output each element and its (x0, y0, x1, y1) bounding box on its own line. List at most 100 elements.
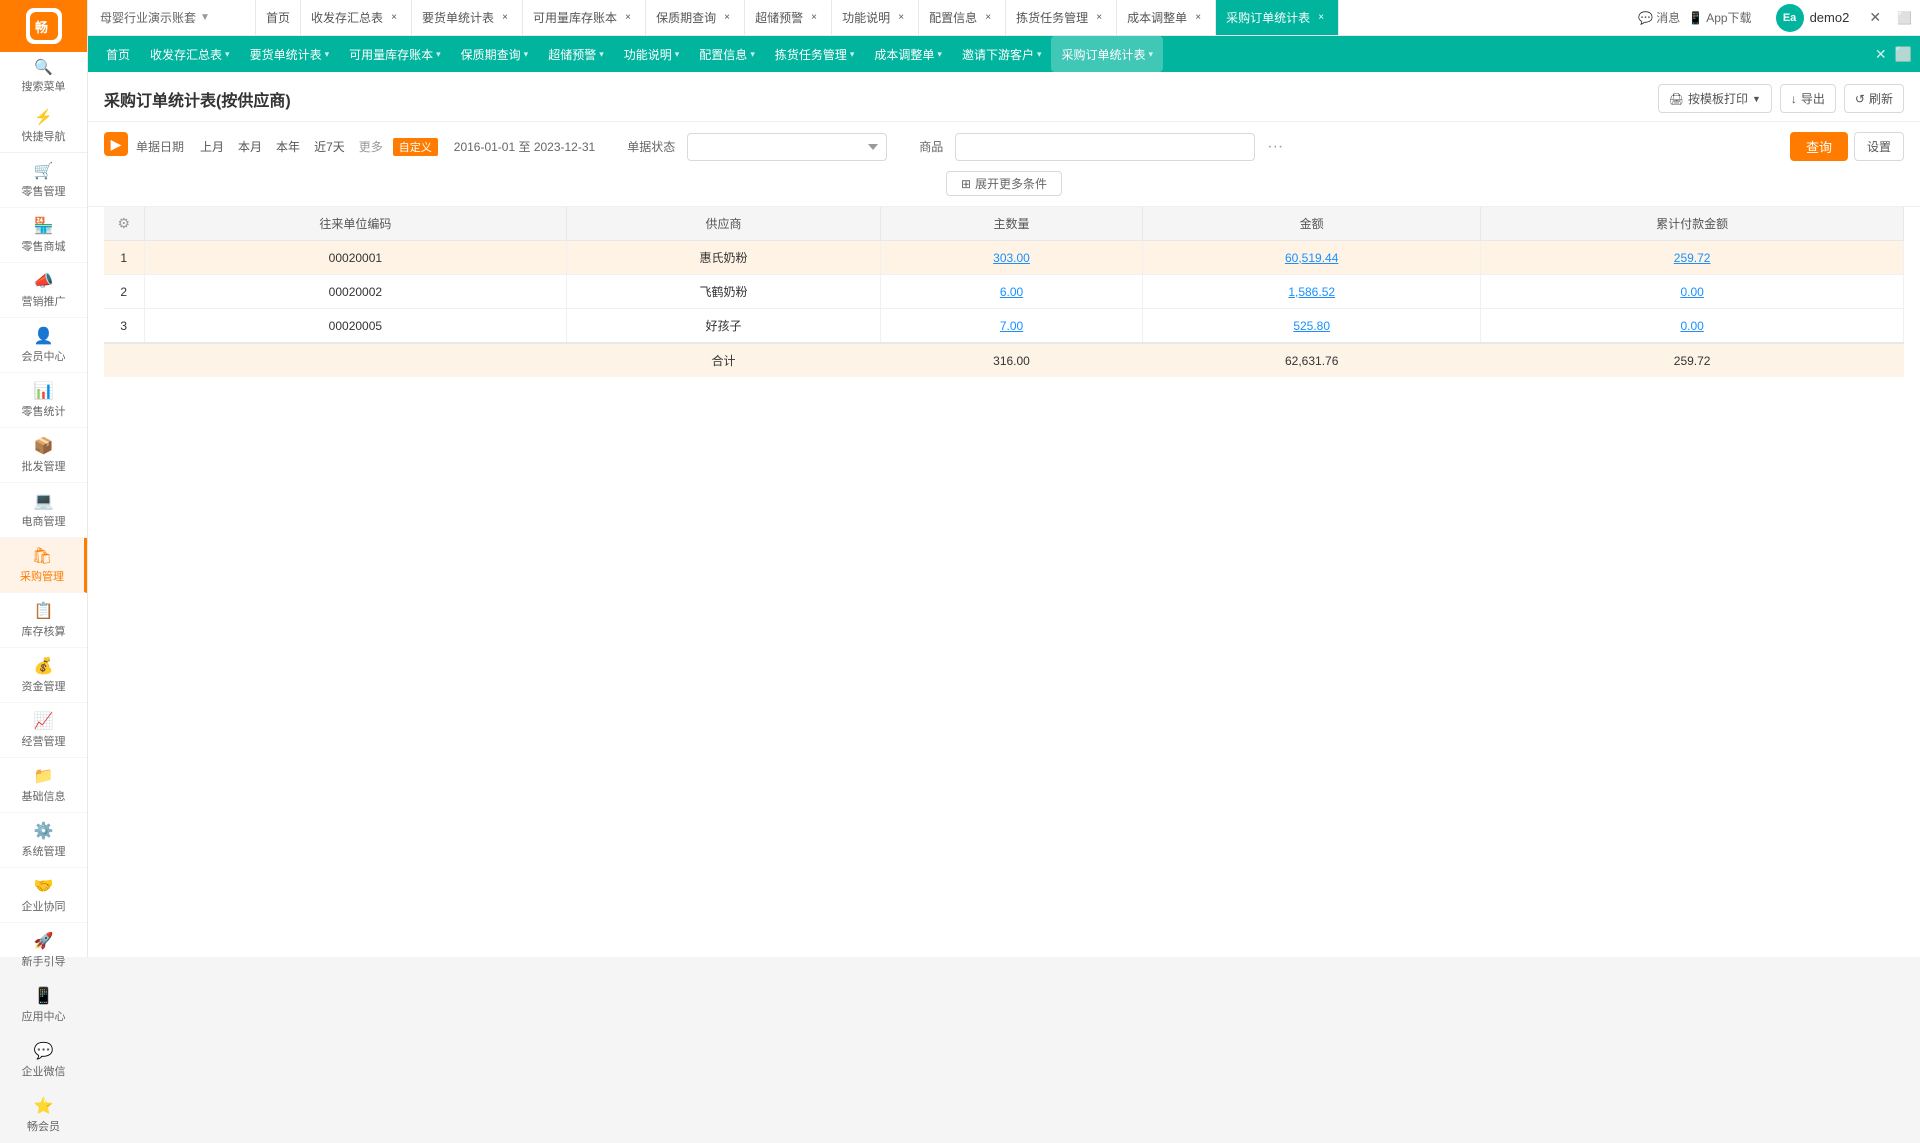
tab-function-desc-label: 功能说明 (842, 9, 890, 26)
tab-receive-send[interactable]: 收发存汇总表 × (301, 0, 412, 35)
sidebar-item-basic-info[interactable]: 📁 基础信息 (0, 758, 87, 813)
subnav-pick-task[interactable]: 拣货任务管理 ▾ (765, 36, 865, 72)
filter-toggle-button[interactable]: ▶ (104, 132, 128, 156)
sidebar-item-vip[interactable]: ⭐ 畅会员 (0, 1088, 87, 1143)
status-select[interactable]: 待审核 已审核 全部 (687, 133, 887, 161)
subnav-function-desc[interactable]: 功能说明 ▾ (614, 36, 690, 72)
row-paid[interactable]: 259.72 (1481, 241, 1904, 275)
subnav-invite-downstream[interactable]: 邀请下游客户 ▾ (952, 36, 1052, 72)
date-custom-tag[interactable]: 自定义 (393, 138, 438, 156)
tab-expiry-query[interactable]: 保质期查询 × (646, 0, 745, 35)
shortcut-last-month[interactable]: 上月 (196, 136, 228, 157)
row-amount[interactable]: 525.80 (1143, 309, 1481, 344)
quick-nav-label: 快捷导航 (22, 128, 66, 144)
sidebar-item-app-center[interactable]: 📱 应用中心 (0, 978, 87, 1033)
tab-overstock-warning[interactable]: 超储预警 × (745, 0, 832, 35)
search-menu-button[interactable]: 🔍 搜索菜单 (0, 52, 87, 100)
row-no: 2 (104, 275, 144, 309)
shortcut-this-month[interactable]: 本月 (234, 136, 266, 157)
sidebar-item-retail[interactable]: 🛒 零售管理 (0, 153, 87, 208)
export-button[interactable]: ↓ 导出 (1780, 84, 1836, 113)
template-print-button[interactable]: 🖨 按模板打印 ▼ (1658, 84, 1772, 113)
sidebar-item-retail-stats[interactable]: 📊 零售统计 (0, 373, 87, 428)
sidebar-item-finance[interactable]: 💰 资金管理 (0, 648, 87, 703)
vip-icon: ⭐ (34, 1096, 54, 1116)
subnav-config-info-label: 配置信息 (699, 46, 747, 63)
sidebar-item-purchase[interactable]: 🛍 采购管理 (0, 538, 87, 593)
settings-button[interactable]: 设置 (1854, 132, 1904, 161)
sidebar-item-wholesale[interactable]: 📦 批发管理 (0, 428, 87, 483)
sidebar-item-ecommerce[interactable]: 💻 电商管理 (0, 483, 87, 538)
subnav-available-inventory[interactable]: 可用量库存账本 ▾ (339, 36, 451, 72)
window-restore-button[interactable]: ⬜ (1889, 11, 1920, 25)
subnav-purchase-order-stats[interactable]: 采购订单统计表 ▾ (1051, 36, 1163, 72)
tab-available-inventory[interactable]: 可用量库存账本 × (523, 0, 646, 35)
shortcut-more[interactable]: 更多 (355, 136, 387, 157)
footer-label: 合计 (567, 343, 881, 377)
tab-config-info[interactable]: 配置信息 × (919, 0, 1006, 35)
workspace-dropdown-icon: ▼ (200, 12, 210, 23)
tab-order-stats[interactable]: 要货单统计表 × (412, 0, 523, 35)
subnav-restore-button[interactable]: ⬜ (1895, 46, 1912, 63)
goods-input[interactable] (955, 133, 1255, 161)
sidebar-item-inventory[interactable]: 📋 库存核算 (0, 593, 87, 648)
tab-order-stats-close[interactable]: × (498, 11, 512, 25)
expand-more-button[interactable]: ⊞ 展开更多条件 (946, 171, 1062, 196)
subnav-receive-send[interactable]: 收发存汇总表 ▾ (140, 36, 240, 72)
subnav-cost-adjust[interactable]: 成本调整单 ▾ (864, 36, 952, 72)
tab-overstock-warning-close[interactable]: × (807, 11, 821, 25)
subnav-order-stats[interactable]: 要货单统计表 ▾ (240, 36, 340, 72)
row-qty[interactable]: 7.00 (880, 309, 1142, 344)
workspace-selector[interactable]: 母婴行业演示账套 ▼ (96, 0, 256, 35)
tab-config-info-close[interactable]: × (981, 11, 995, 25)
subnav-config-info[interactable]: 配置信息 ▾ (689, 36, 765, 72)
row-qty[interactable]: 303.00 (880, 241, 1142, 275)
subnav-home[interactable]: 首页 (96, 36, 140, 72)
tab-home[interactable]: 首页 (256, 0, 301, 35)
tab-cost-adjust-close[interactable]: × (1191, 11, 1205, 25)
goods-more-icon[interactable]: ··· (1267, 138, 1283, 156)
sidebar-item-wechat[interactable]: 💬 企业微信 (0, 1033, 87, 1088)
tab-available-inventory-close[interactable]: × (621, 11, 635, 25)
tab-pick-task-close[interactable]: × (1092, 11, 1106, 25)
row-amount[interactable]: 60,519.44 (1143, 241, 1481, 275)
message-button[interactable]: 💬 消息 (1638, 9, 1680, 26)
tab-purchase-order-stats-close[interactable]: × (1314, 11, 1328, 25)
sidebar-item-retail-shop[interactable]: 🏪 零售商城 (0, 208, 87, 263)
tab-purchase-order-stats[interactable]: 采购订单统计表 × (1216, 0, 1339, 35)
shortcut-this-year[interactable]: 本年 (272, 136, 304, 157)
sidebar-item-enterprise[interactable]: 🤝 企业协同 (0, 868, 87, 923)
subnav-function-desc-label: 功能说明 (624, 46, 672, 63)
subnav-cost-adjust-label: 成本调整单 (874, 46, 934, 63)
row-qty[interactable]: 6.00 (880, 275, 1142, 309)
sidebar-item-guide[interactable]: 🚀 新手引导 (0, 923, 87, 978)
subnav-available-inventory-label: 可用量库存账本 (349, 46, 433, 63)
tab-function-desc[interactable]: 功能说明 × (832, 0, 919, 35)
sidebar-item-member[interactable]: 👤 会员中心 (0, 318, 87, 373)
refresh-button[interactable]: ↺ 刷新 (1844, 84, 1904, 113)
sidebar-item-operations[interactable]: 📈 经营管理 (0, 703, 87, 758)
subnav-close-button[interactable]: ✕ (1875, 46, 1887, 63)
window-close-button[interactable]: ✕ (1861, 9, 1889, 26)
query-button[interactable]: 查询 (1790, 132, 1848, 161)
sidebar-item-system[interactable]: ⚙️ 系统管理 (0, 813, 87, 868)
row-paid[interactable]: 0.00 (1481, 309, 1904, 344)
tab-function-desc-close[interactable]: × (894, 11, 908, 25)
column-settings-icon[interactable]: ⚙ (117, 215, 130, 231)
tab-cost-adjust[interactable]: 成本调整单 × (1117, 0, 1216, 35)
row-paid[interactable]: 0.00 (1481, 275, 1904, 309)
app-download-button[interactable]: 📱 App下载 (1688, 9, 1751, 26)
wechat-icon: 💬 (34, 1041, 54, 1061)
subnav-expiry-query[interactable]: 保质期查询 ▾ (451, 36, 539, 72)
user-menu[interactable]: Ea demo2 (1764, 4, 1862, 32)
data-table: ⚙ 往来单位编码 供应商 主数量 金额 累计付款金额 1 00020001 惠氏… (104, 207, 1904, 377)
subnav-overstock-warning[interactable]: 超储预警 ▾ (538, 36, 614, 72)
col-supplier: 供应商 (567, 207, 881, 241)
shortcut-7days[interactable]: 近7天 (310, 136, 349, 157)
sidebar-item-marketing[interactable]: 📣 营销推广 (0, 263, 87, 318)
tab-pick-task[interactable]: 拣货任务管理 × (1006, 0, 1117, 35)
row-amount[interactable]: 1,586.52 (1143, 275, 1481, 309)
quick-nav-button[interactable]: ⚡ 快捷导航 (0, 100, 87, 153)
tab-expiry-query-close[interactable]: × (720, 11, 734, 25)
tab-receive-send-close[interactable]: × (387, 11, 401, 25)
